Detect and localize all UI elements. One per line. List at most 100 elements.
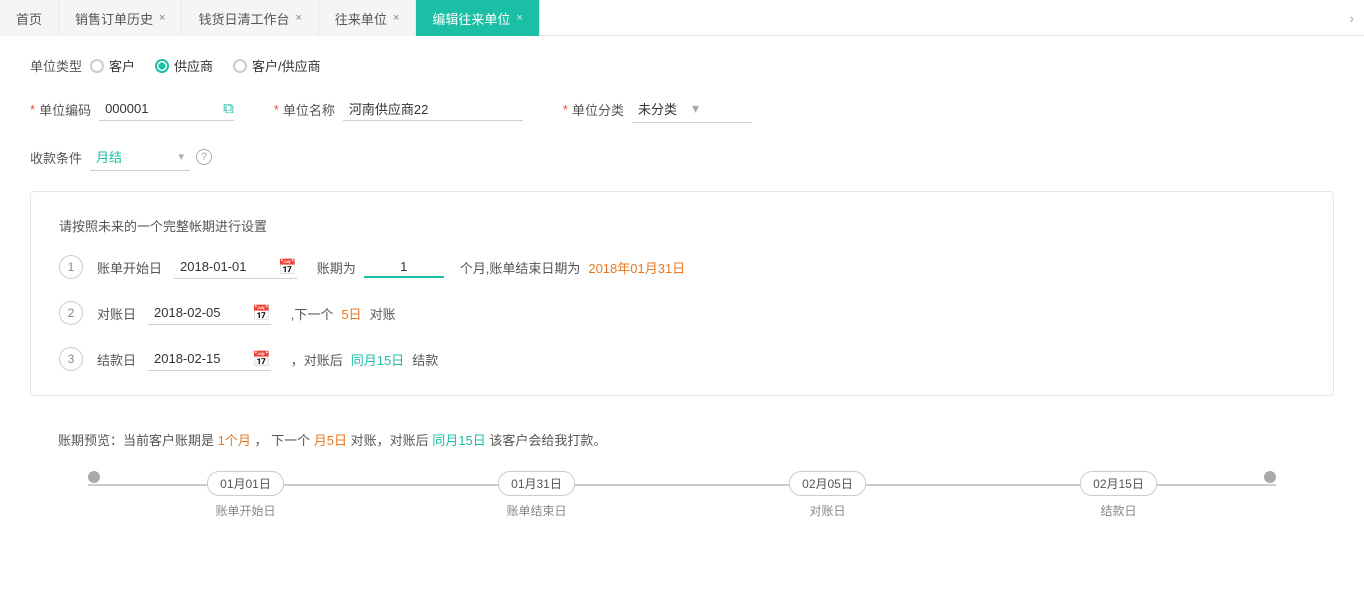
step-3-num: 3 xyxy=(59,347,83,371)
preview-payment-date: 同月15日 xyxy=(432,433,485,448)
unit-type-label: 单位类型 xyxy=(30,56,82,75)
step-3-date-input[interactable] xyxy=(148,347,248,370)
radio-supplier[interactable]: 供应商 xyxy=(155,56,213,75)
step-2-date-input[interactable] xyxy=(148,301,248,324)
unit-code-group: * 单位编码 ⧉ xyxy=(30,97,234,121)
tab-partners-close[interactable]: × xyxy=(393,12,399,24)
radio-supplier-circle xyxy=(155,59,169,73)
tab-edit-partner[interactable]: 编辑往来单位 × xyxy=(416,0,539,36)
step-3-date-wrap: 📅 xyxy=(148,347,271,371)
tab-home[interactable]: 首页 xyxy=(0,0,59,36)
tab-edit-partner-close[interactable]: × xyxy=(516,12,522,24)
step-1-calendar-icon[interactable]: 📅 xyxy=(278,258,297,276)
unit-code-input[interactable] xyxy=(99,97,219,120)
step-2-date-wrap: 📅 xyxy=(148,301,271,325)
step-2-desc-after: 对账 xyxy=(370,304,396,323)
timeline-node-4: 02月15日 xyxy=(1080,471,1157,496)
unit-name-group: * 单位名称 xyxy=(274,97,523,121)
step-2-row: 2 对账日 📅 ,下一个 5日 对账 xyxy=(59,301,1305,325)
timeline-end-circle xyxy=(1264,471,1276,483)
timeline-node-3: 02月05日 xyxy=(789,471,866,496)
step-1-period-input[interactable] xyxy=(364,257,444,278)
step-2-num: 2 xyxy=(59,301,83,325)
step-3-row: 3 结款日 📅 ，对账后 同月15日 结款 xyxy=(59,347,1305,371)
preview-section: 账期预览：当前客户账期是 1个月 ， 下一个 月5日 对账，对账后 同月15日 … xyxy=(30,414,1334,535)
preview-next-date: 月5日 xyxy=(314,433,347,448)
step-3-desc-before: ，对账后 xyxy=(291,350,343,369)
tab-home-label: 首页 xyxy=(16,9,42,28)
tab-cashflow-close[interactable]: × xyxy=(295,12,301,24)
timeline-node-1: 01月01日 xyxy=(207,471,284,496)
classify-chevron-icon: ▾ xyxy=(692,100,746,117)
settings-title: 请按照未来的一个完整帐期进行设置 xyxy=(59,216,1305,235)
step-3-calendar-icon[interactable]: 📅 xyxy=(252,350,271,368)
radio-customer[interactable]: 客户 xyxy=(90,56,135,75)
payment-condition-row: 收款条件 月结 ▾ ? xyxy=(30,143,1334,171)
radio-both-label: 客户/供应商 xyxy=(252,56,321,75)
payment-chevron-icon: ▾ xyxy=(178,150,184,163)
tab-partners-label: 往来单位 xyxy=(335,9,387,28)
tab-partners[interactable]: 往来单位 × xyxy=(319,0,416,36)
step-2-desc-before: ,下一个 xyxy=(291,304,334,323)
unit-classify-value: 未分类 xyxy=(638,99,692,118)
tab-sales-history-label: 销售订单历史 xyxy=(75,9,153,28)
preview-period: 1个月 xyxy=(218,433,251,448)
timeline-point-1: 01月01日 账单开始日 xyxy=(100,471,391,519)
preview-reconcile: 对账，对账后 xyxy=(351,433,429,448)
tab-more-arrow[interactable]: › xyxy=(1339,0,1364,35)
timeline-label-3: 对账日 xyxy=(809,502,845,519)
step-1-label: 账单开始日 xyxy=(97,258,162,277)
timeline-start-circle xyxy=(88,471,100,483)
step-2-calendar-icon[interactable]: 📅 xyxy=(252,304,271,322)
unit-classify-dropdown[interactable]: 未分类 ▾ xyxy=(632,95,752,123)
step-2-desc-highlight: 5日 xyxy=(341,304,361,323)
settings-box: 请按照未来的一个完整帐期进行设置 1 账单开始日 📅 账期为 个月,账单结束日期… xyxy=(30,191,1334,396)
radio-both[interactable]: 客户/供应商 xyxy=(233,56,321,75)
preview-text: 账期预览：当前客户账期是 1个月 ， 下一个 月5日 对账，对账后 同月15日 … xyxy=(58,430,1306,449)
preview-suffix: 该客户会给我打款。 xyxy=(489,433,606,448)
step-3-desc-highlight: 同月15日 xyxy=(351,350,404,369)
tab-edit-partner-label: 编辑往来单位 xyxy=(432,9,510,28)
unit-code-copy-icon[interactable]: ⧉ xyxy=(223,100,234,117)
tab-bar: 首页 销售订单历史 × 钱货日清工作台 × 往来单位 × 编辑往来单位 × › xyxy=(0,0,1364,36)
step-1-suffix: 个月,账单结束日期为 xyxy=(460,258,581,277)
unit-code-input-wrap: ⧉ xyxy=(99,97,234,121)
payment-condition-dropdown[interactable]: 月结 ▾ xyxy=(90,143,190,171)
timeline-label-1: 账单开始日 xyxy=(215,502,275,519)
step-2-label: 对账日 xyxy=(97,304,136,323)
step-1-date-wrap: 📅 xyxy=(174,255,297,279)
preview-next-prefix: 下一个 xyxy=(271,433,310,448)
code-name-classify-row: * 单位编码 ⧉ * 单位名称 * 单位分类 未分类 ▾ xyxy=(30,95,1334,123)
tab-cashflow-label: 钱货日清工作台 xyxy=(198,9,289,28)
timeline: 01月01日 账单开始日 01月31日 账单结束日 02月05日 对账日 02月… xyxy=(58,471,1306,519)
step-3-desc-after: 结款 xyxy=(412,350,438,369)
preview-label: 账期预览：当前客户账期是 xyxy=(58,433,214,448)
radio-both-circle xyxy=(233,59,247,73)
timeline-point-4: 02月15日 结款日 xyxy=(973,471,1264,519)
unit-type-radio-group: 客户 供应商 客户/供应商 xyxy=(90,56,321,75)
unit-name-star: * xyxy=(274,102,279,117)
timeline-point-3: 02月05日 对账日 xyxy=(682,471,973,519)
tab-sales-history-close[interactable]: × xyxy=(159,12,165,24)
payment-help-icon[interactable]: ? xyxy=(196,149,212,165)
unit-classify-star: * xyxy=(563,102,568,117)
step-1-date-input[interactable] xyxy=(174,255,274,278)
unit-type-row: 单位类型 客户 供应商 客户/供应商 xyxy=(30,56,1334,75)
payment-condition-label: 收款条件 xyxy=(30,148,82,167)
unit-classify-label: 单位分类 xyxy=(572,100,624,119)
tab-sales-history[interactable]: 销售订单历史 × xyxy=(59,0,182,36)
radio-supplier-label: 供应商 xyxy=(174,56,213,75)
unit-code-star: * xyxy=(30,102,35,117)
preview-sep1: ， xyxy=(255,433,268,448)
tab-cashflow[interactable]: 钱货日清工作台 × xyxy=(182,0,318,36)
unit-name-label: 单位名称 xyxy=(283,100,335,119)
timeline-end-dot xyxy=(1264,471,1276,489)
arrow-right-icon: › xyxy=(1349,10,1354,26)
unit-classify-group: * 单位分类 未分类 ▾ xyxy=(563,95,752,123)
unit-code-label: 单位编码 xyxy=(39,100,91,119)
radio-customer-label: 客户 xyxy=(109,56,135,75)
timeline-label-2: 账单结束日 xyxy=(506,502,566,519)
timeline-start-dot xyxy=(88,471,100,489)
step-1-num: 1 xyxy=(59,255,83,279)
unit-name-input[interactable] xyxy=(343,97,523,121)
